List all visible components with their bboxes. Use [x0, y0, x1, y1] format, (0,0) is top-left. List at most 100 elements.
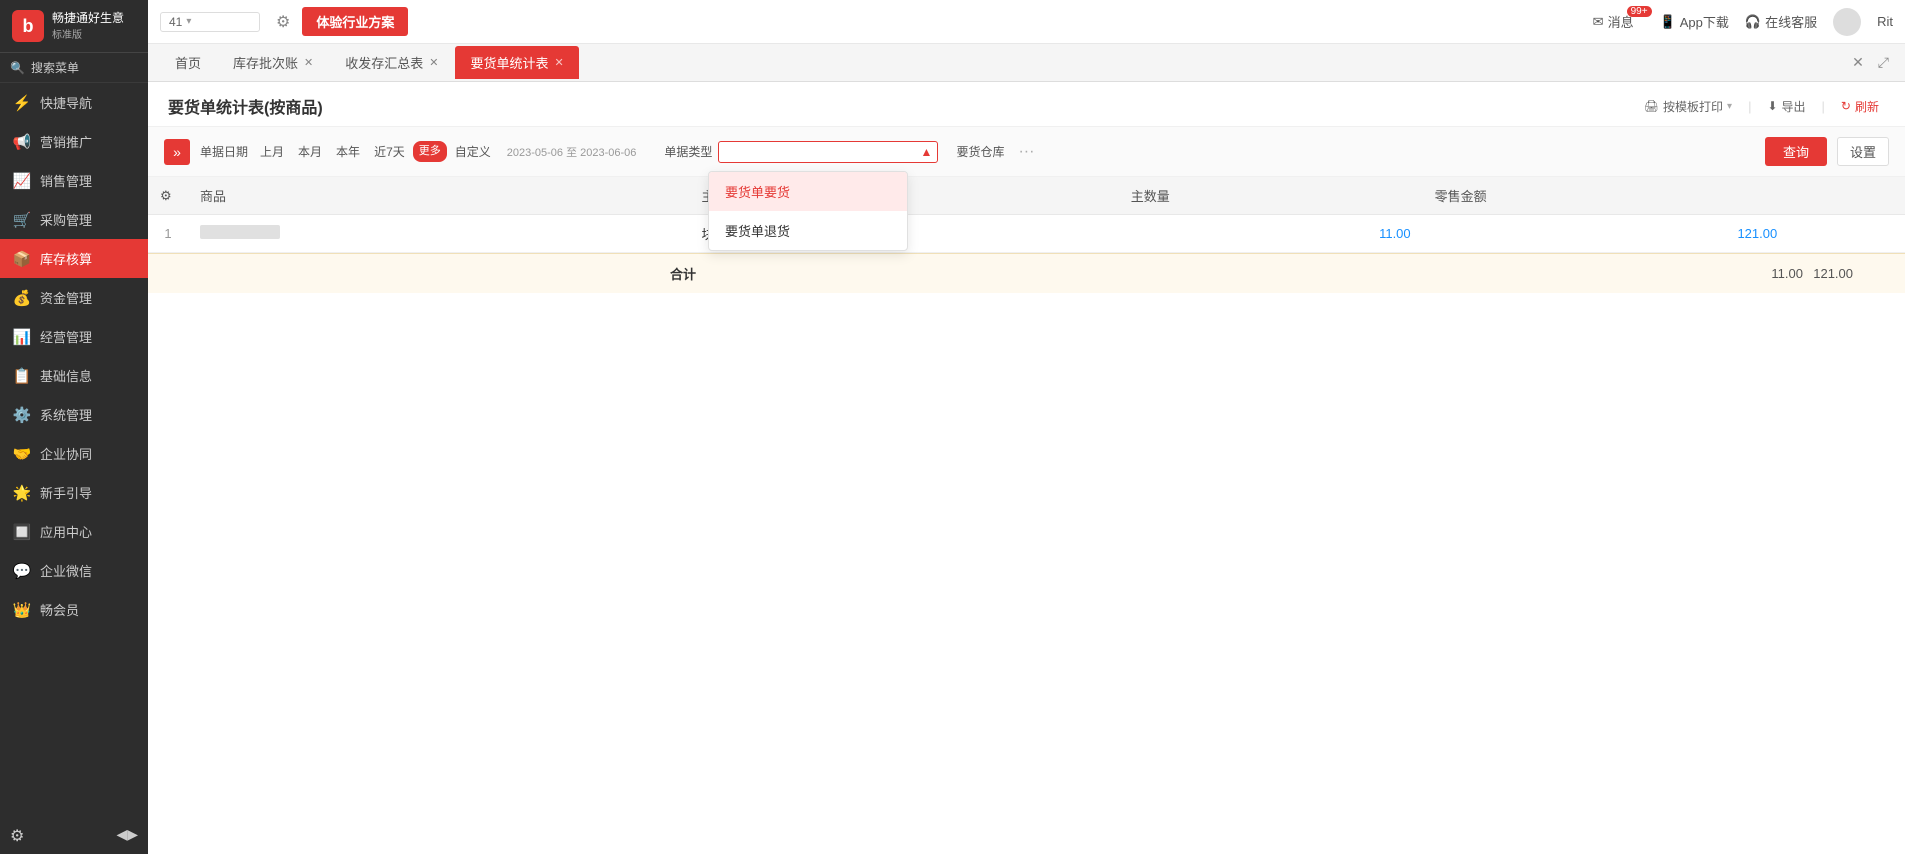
type-dropdown-arrow-icon[interactable]: ▲ [921, 145, 933, 159]
this-month-btn[interactable]: 本月 [292, 141, 328, 162]
sidebar-item-vip[interactable]: 👑畅会员 [0, 590, 148, 629]
sidebar-item-inventory[interactable]: 📦库存核算 [0, 239, 148, 278]
sidebar-item-weixin[interactable]: 💬 企业微信 [0, 551, 148, 590]
tab-home[interactable]: 首页 [160, 46, 216, 79]
sidebar-item-system[interactable]: ⚙️系统管理 [0, 395, 148, 434]
nav-icon-quick-nav: ⚡ [12, 94, 32, 112]
date-filter-group: 单据日期 上月 本月 本年 近7天 更多 自定义 2023-05-06 至 20… [200, 141, 636, 162]
row-quantity[interactable]: 11.00 [1119, 215, 1423, 253]
sidebar-item-operations[interactable]: 📊经营管理 [0, 317, 148, 356]
nav-icon-vip: 👑 [12, 601, 32, 619]
dropdown-item-requisition-return[interactable]: 要货单退货 [709, 211, 907, 250]
custom-date-btn[interactable]: 自定义 [449, 141, 497, 162]
export-btn[interactable]: ⬇ 导出 [1761, 95, 1811, 118]
nav-icon-inventory: 📦 [12, 250, 32, 268]
type-dropdown-popup: 要货单要货要货单退货 [708, 171, 908, 251]
print-btn[interactable]: 🖨 按模板打印 ▾ [1638, 95, 1738, 118]
topbar-gear-icon[interactable]: ⚙ [276, 12, 290, 32]
filter-expand-btn[interactable]: » [164, 139, 190, 165]
app-name: 畅捷通好生意 [52, 11, 124, 27]
nav-icon-purchase: 🛒 [12, 211, 32, 229]
settings-icon[interactable]: ⚙ [10, 826, 24, 846]
footer-quantity: 11.00 [1723, 266, 1803, 281]
sidebar-item-enterprise[interactable]: 🤝企业协同 [0, 434, 148, 473]
trial-btn[interactable]: 体验行业方案 [302, 7, 408, 36]
sidebar-scroll-arrows: ⚙ ◀▶ [0, 818, 148, 854]
tab-close-requisition-stats[interactable]: ✕ [555, 56, 564, 69]
sidebar-item-quick-nav[interactable]: ⚡ 快捷导航 [0, 83, 148, 122]
search-icon: 🔍 [10, 61, 25, 75]
sidebar-item-purchase[interactable]: 🛒 采购管理 [0, 200, 148, 239]
sidebar-item-basics[interactable]: 📋基础信息 [0, 356, 148, 395]
nav-label-appstore: 应用中心 [40, 522, 92, 541]
nav-label-weixin: 企业微信 [40, 561, 92, 580]
last-7days-btn[interactable]: 近7天 [368, 141, 411, 162]
messages-badge[interactable]: ✉ 消息 99+ [1593, 12, 1644, 31]
app-download-label: App下载 [1680, 12, 1729, 31]
refresh-icon: ↻ [1841, 99, 1851, 113]
nav-label-purchase: 采购管理 [40, 210, 92, 229]
nav-label-finance: 资金管理 [40, 288, 92, 307]
online-service[interactable]: 🎧 在线客服 [1745, 12, 1817, 31]
page-header: 要货单统计表(按商品) 🖨 按模板打印 ▾ | ⬇ 导出 | ↻ 刷新 [148, 82, 1905, 127]
action-sep-1: | [1748, 99, 1751, 114]
col-amount: 零售金额 [1423, 177, 1790, 215]
store-dropdown[interactable]: 41 ▾ [160, 12, 260, 32]
type-input-wrap: ▲ [718, 141, 938, 163]
close-window-btn[interactable]: ✕ [1848, 52, 1868, 73]
app-version: 标准版 [52, 26, 124, 41]
nav-icon-enterprise: 🤝 [12, 445, 32, 463]
dropdown-item-requisition-order[interactable]: 要货单要货 [709, 172, 907, 211]
nav-icon-basics: 📋 [12, 367, 32, 385]
tab-receivable-summary[interactable]: 收发存汇总表 ✕ [330, 46, 453, 79]
app-download[interactable]: 📱 App下载 [1660, 12, 1729, 31]
tab-close-receivable-summary[interactable]: ✕ [429, 56, 438, 69]
filter-bar: » 单据日期 上月 本月 本年 近7天 更多 自定义 2023-05-06 至 … [148, 127, 1905, 177]
query-btn[interactable]: 查询 [1765, 137, 1827, 166]
nav-icon-marketing: 📢 [12, 133, 32, 151]
user-avatar[interactable] [1833, 8, 1861, 36]
nav-icon-finance: 💰 [12, 289, 32, 307]
main-content: 41 ▾ ⚙ 体验行业方案 ✉ 消息 99+ 📱 App下载 🎧 在线客服 Ri… [148, 0, 1905, 854]
table-settings-icon[interactable]: ⚙ [160, 188, 172, 203]
table-footer: 合计 11.00 121.00 [148, 253, 1905, 293]
nav-label-system: 系统管理 [40, 405, 92, 424]
app-logo: b 畅捷通好生意 标准版 [0, 0, 148, 53]
nav-icon-weixin: 💬 [12, 562, 32, 580]
sidebar-item-finance[interactable]: 💰 资金管理 [0, 278, 148, 317]
maximize-btn[interactable]: ⤢ [1874, 52, 1893, 73]
col-settings: ⚙ [148, 177, 188, 215]
sidebar-item-newbie[interactable]: 🌟新手引导 [0, 473, 148, 512]
topbar-right: ✉ 消息 99+ 📱 App下载 🎧 在线客服 Rit [1593, 8, 1893, 36]
tab-close-inventory-batch[interactable]: ✕ [304, 56, 313, 69]
this-year-btn[interactable]: 本年 [330, 141, 366, 162]
more-dates-btn[interactable]: 更多 [413, 141, 447, 162]
print-arrow-icon: ▾ [1727, 101, 1732, 112]
tab-label-home: 首页 [175, 53, 201, 72]
last-month-btn[interactable]: 上月 [254, 141, 290, 162]
sidebar-search[interactable]: 🔍 搜索菜单 [0, 53, 148, 83]
footer-label: 合计 [670, 264, 750, 283]
warehouse-dots-icon[interactable]: ··· [1018, 143, 1034, 161]
tab-inventory-batch[interactable]: 库存批次账✕ [218, 46, 328, 79]
footer-amount: 121.00 [1813, 266, 1893, 281]
tab-requisition-stats[interactable]: 要货单统计表✕ [455, 46, 578, 79]
refresh-btn[interactable]: ↻ 刷新 [1835, 95, 1885, 118]
tab-label-receivable-summary: 收发存汇总表 [345, 53, 423, 72]
sidebar-item-marketing[interactable]: 📢营销推广 [0, 122, 148, 161]
sidebar-item-sales[interactable]: 📈销售管理 [0, 161, 148, 200]
warehouse-filter-label: 要货仓库 [956, 143, 1004, 160]
collapse-icon[interactable]: ◀▶ [116, 826, 138, 846]
message-icon: ✉ [1593, 14, 1604, 30]
sidebar-item-appstore[interactable]: 🔲 应用中心 [0, 512, 148, 551]
content-area: 要货单统计表(按商品) 🖨 按模板打印 ▾ | ⬇ 导出 | ↻ 刷新 [148, 82, 1905, 854]
tabs-bar: 首页库存批次账✕收发存汇总表✕要货单统计表✕✕⤢ [148, 44, 1905, 82]
filter-settings-btn[interactable]: 设置 [1837, 137, 1889, 166]
nav-label-quick-nav: 快捷导航 [40, 93, 92, 112]
export-icon: ⬇ [1767, 99, 1777, 113]
nav-icon-appstore: 🔲 [12, 523, 32, 541]
type-filter-input[interactable] [718, 141, 938, 163]
row-amount[interactable]: 121.00 [1423, 215, 1790, 253]
date-quick-btns: 上月 本月 本年 近7天 更多 自定义 [254, 141, 497, 162]
type-filter-label: 单据类型 [664, 143, 712, 160]
